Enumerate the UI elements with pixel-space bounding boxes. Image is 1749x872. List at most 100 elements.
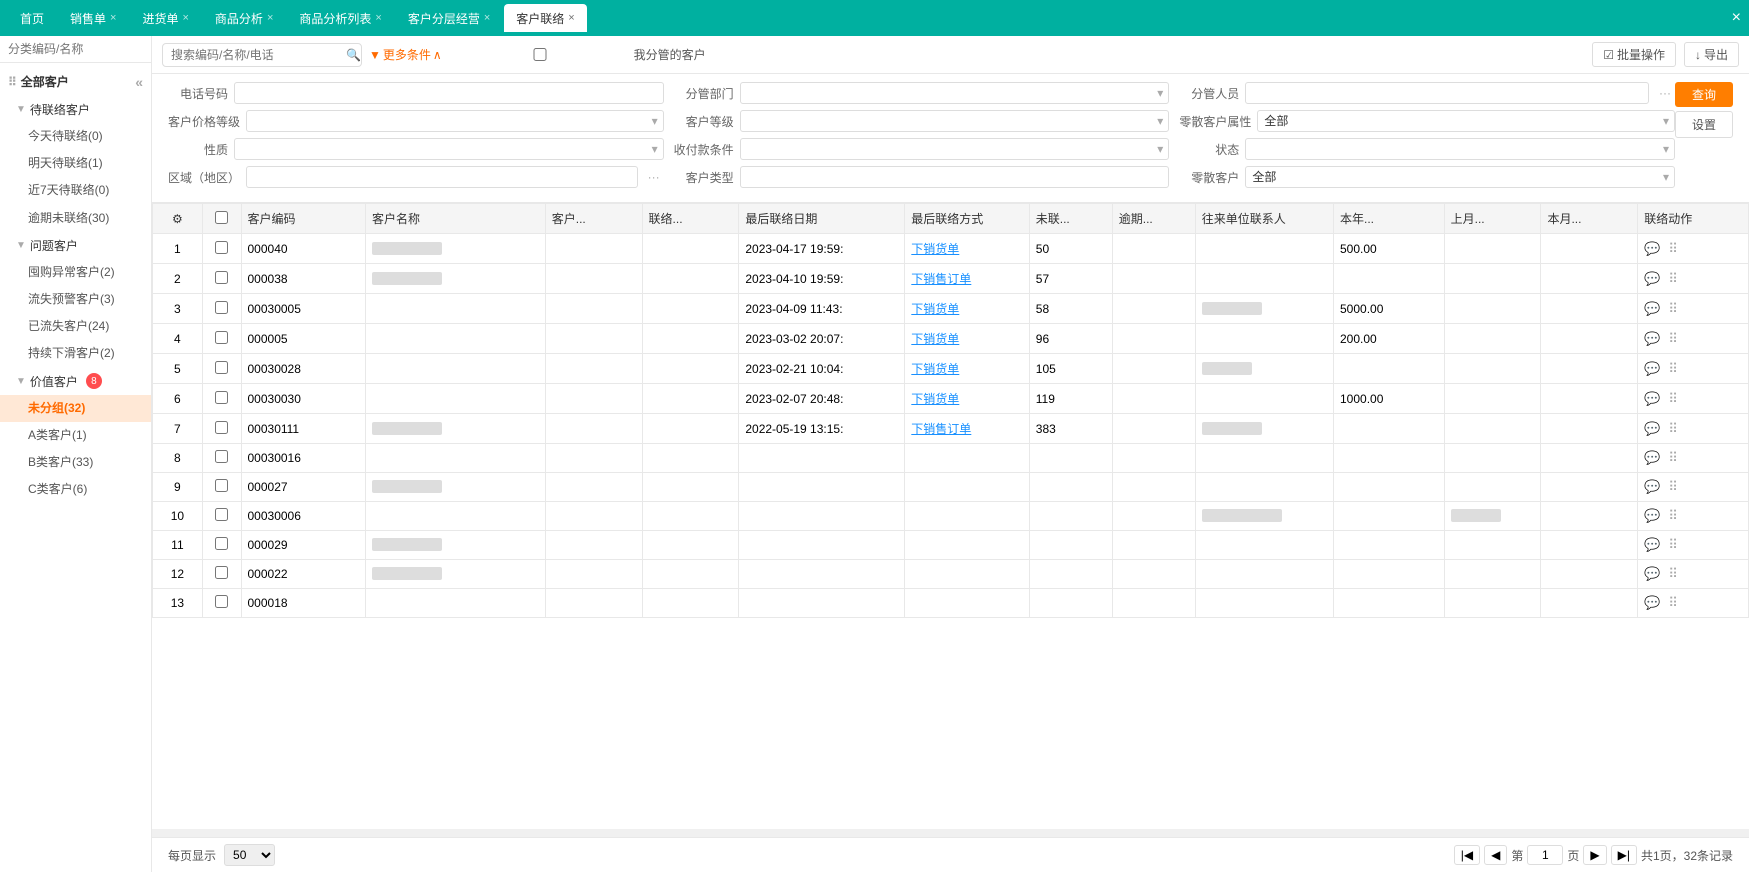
- collapse-icon[interactable]: «: [135, 74, 143, 90]
- search-button[interactable]: 查询: [1675, 82, 1733, 107]
- next-page-button[interactable]: ▶: [1583, 845, 1606, 865]
- sidebar-item-declining[interactable]: 持续下滑客户(2): [0, 340, 151, 367]
- lastway-link[interactable]: 下销货单: [911, 242, 959, 256]
- qr-icon[interactable]: ⠿: [1668, 301, 1678, 317]
- row-checkbox[interactable]: [215, 331, 228, 344]
- sidebar-item-classA[interactable]: A类客户(1): [0, 422, 151, 449]
- my-customers-checkbox-label[interactable]: 我分管的客户: [450, 46, 706, 63]
- lastway-link[interactable]: 下销货单: [911, 392, 959, 406]
- retail-attr-select[interactable]: 全部: [1257, 110, 1675, 132]
- chat-icon[interactable]: 💬: [1644, 450, 1660, 466]
- my-customers-checkbox[interactable]: [450, 48, 630, 61]
- row-checkbox[interactable]: [215, 361, 228, 374]
- region-dots-icon[interactable]: ···: [644, 168, 664, 186]
- lastway-link[interactable]: 下销货单: [911, 362, 959, 376]
- row-checkbox[interactable]: [215, 241, 228, 254]
- th-gear[interactable]: ⚙: [153, 204, 203, 234]
- payment-select[interactable]: [740, 138, 1170, 160]
- sidebar-item-classB[interactable]: B类客户(33): [0, 449, 151, 476]
- th-checkbox[interactable]: [202, 204, 241, 234]
- sidebar-item-abnormal[interactable]: 囤购异常客户(2): [0, 259, 151, 286]
- close-analysis-list-icon[interactable]: ×: [375, 12, 381, 24]
- row-checkbox[interactable]: [215, 391, 228, 404]
- qr-icon[interactable]: ⠿: [1668, 421, 1678, 437]
- qr-icon[interactable]: ⠿: [1668, 537, 1678, 553]
- close-sales-icon[interactable]: ×: [110, 12, 116, 24]
- status-select[interactable]: [1245, 138, 1675, 160]
- row-checkbox[interactable]: [215, 421, 228, 434]
- horizontal-scrollbar[interactable]: [152, 829, 1749, 837]
- chat-icon[interactable]: 💬: [1644, 595, 1660, 611]
- sidebar-item-tomorrow[interactable]: 明天待联络(1): [0, 150, 151, 177]
- chat-icon[interactable]: 💬: [1644, 241, 1660, 257]
- region-input[interactable]: [246, 166, 638, 188]
- tab-customer-contact[interactable]: 客户联络 ×: [504, 4, 586, 32]
- sidebar-item-7days[interactable]: 近7天待联络(0): [0, 177, 151, 204]
- prev-page-button[interactable]: ◀: [1484, 845, 1507, 865]
- nature-select[interactable]: [234, 138, 664, 160]
- tab-home[interactable]: 首页: [8, 4, 56, 32]
- more-conditions-btn[interactable]: ▼ 更多条件 ∧: [369, 46, 442, 63]
- chat-icon[interactable]: 💬: [1644, 301, 1660, 317]
- close-customer-contact-icon[interactable]: ×: [568, 12, 574, 24]
- person-dots-icon[interactable]: ···: [1655, 84, 1675, 102]
- tab-sales[interactable]: 销售单 ×: [58, 4, 128, 32]
- qr-icon[interactable]: ⠿: [1668, 595, 1678, 611]
- close-all-tabs-icon[interactable]: ×: [1732, 9, 1741, 27]
- retail-cust-select[interactable]: 全部: [1245, 166, 1675, 188]
- qr-icon[interactable]: ⠿: [1668, 479, 1678, 495]
- qr-icon[interactable]: ⠿: [1668, 566, 1678, 582]
- tab-customer-tier[interactable]: 客户分层经营 ×: [396, 4, 502, 32]
- chat-icon[interactable]: 💬: [1644, 331, 1660, 347]
- first-page-button[interactable]: |◀: [1454, 845, 1480, 865]
- sidebar-item-overdue[interactable]: 逾期未联络(30): [0, 205, 151, 232]
- chat-icon[interactable]: 💬: [1644, 361, 1660, 377]
- sidebar-item-classC[interactable]: C类客户(6): [0, 476, 151, 503]
- qr-icon[interactable]: ⠿: [1668, 241, 1678, 257]
- chat-icon[interactable]: 💬: [1644, 508, 1660, 524]
- sidebar-all-customers[interactable]: ⠿ 全部客户 «: [0, 67, 151, 96]
- row-checkbox[interactable]: [215, 595, 228, 608]
- lastway-link[interactable]: 下销售订单: [911, 272, 971, 286]
- row-checkbox[interactable]: [215, 479, 228, 492]
- sidebar-problem-header[interactable]: ▼ 问题客户: [0, 232, 151, 259]
- tab-analysis[interactable]: 商品分析 ×: [203, 4, 285, 32]
- search-input[interactable]: [162, 43, 362, 67]
- qr-icon[interactable]: ⠿: [1668, 331, 1678, 347]
- search-icon[interactable]: 🔍: [346, 48, 361, 62]
- reset-button[interactable]: 设置: [1675, 111, 1733, 138]
- qr-icon[interactable]: ⠿: [1668, 391, 1678, 407]
- tab-purchase[interactable]: 进货单 ×: [130, 4, 200, 32]
- row-checkbox[interactable]: [215, 301, 228, 314]
- lastway-link[interactable]: 下销货单: [911, 332, 959, 346]
- cust-level-select[interactable]: [740, 110, 1170, 132]
- chat-icon[interactable]: 💬: [1644, 566, 1660, 582]
- row-checkbox[interactable]: [215, 566, 228, 579]
- chat-icon[interactable]: 💬: [1644, 271, 1660, 287]
- phone-input[interactable]: [234, 82, 664, 104]
- sidebar-search-input[interactable]: [8, 42, 152, 56]
- qr-icon[interactable]: ⠿: [1668, 508, 1678, 524]
- chat-icon[interactable]: 💬: [1644, 421, 1660, 437]
- page-number-input[interactable]: [1527, 845, 1563, 865]
- close-customer-tier-icon[interactable]: ×: [484, 12, 490, 24]
- sidebar-pending-header[interactable]: ▼ 待联络客户: [0, 96, 151, 123]
- lastway-link[interactable]: 下销售订单: [911, 422, 971, 436]
- dept-select[interactable]: [740, 82, 1170, 104]
- cust-type-input[interactable]: [740, 166, 1170, 188]
- close-purchase-icon[interactable]: ×: [182, 12, 188, 24]
- qr-icon[interactable]: ⠿: [1668, 450, 1678, 466]
- row-checkbox[interactable]: [215, 450, 228, 463]
- lastway-link[interactable]: 下销货单: [911, 302, 959, 316]
- page-size-select[interactable]: 50 20 100: [224, 844, 275, 866]
- qr-icon[interactable]: ⠿: [1668, 271, 1678, 287]
- batch-ops-button[interactable]: ☑ 批量操作: [1592, 42, 1676, 67]
- sidebar-item-churn-warn[interactable]: 流失预警客户(3): [0, 286, 151, 313]
- last-page-button[interactable]: ▶|: [1611, 845, 1637, 865]
- select-all-checkbox[interactable]: [215, 211, 228, 224]
- close-analysis-icon[interactable]: ×: [267, 12, 273, 24]
- price-level-select[interactable]: [246, 110, 664, 132]
- sidebar-item-churned[interactable]: 已流失客户(24): [0, 313, 151, 340]
- tab-analysis-list[interactable]: 商品分析列表 ×: [287, 4, 393, 32]
- sidebar-value-header[interactable]: ▼ 价值客户 8: [0, 368, 151, 395]
